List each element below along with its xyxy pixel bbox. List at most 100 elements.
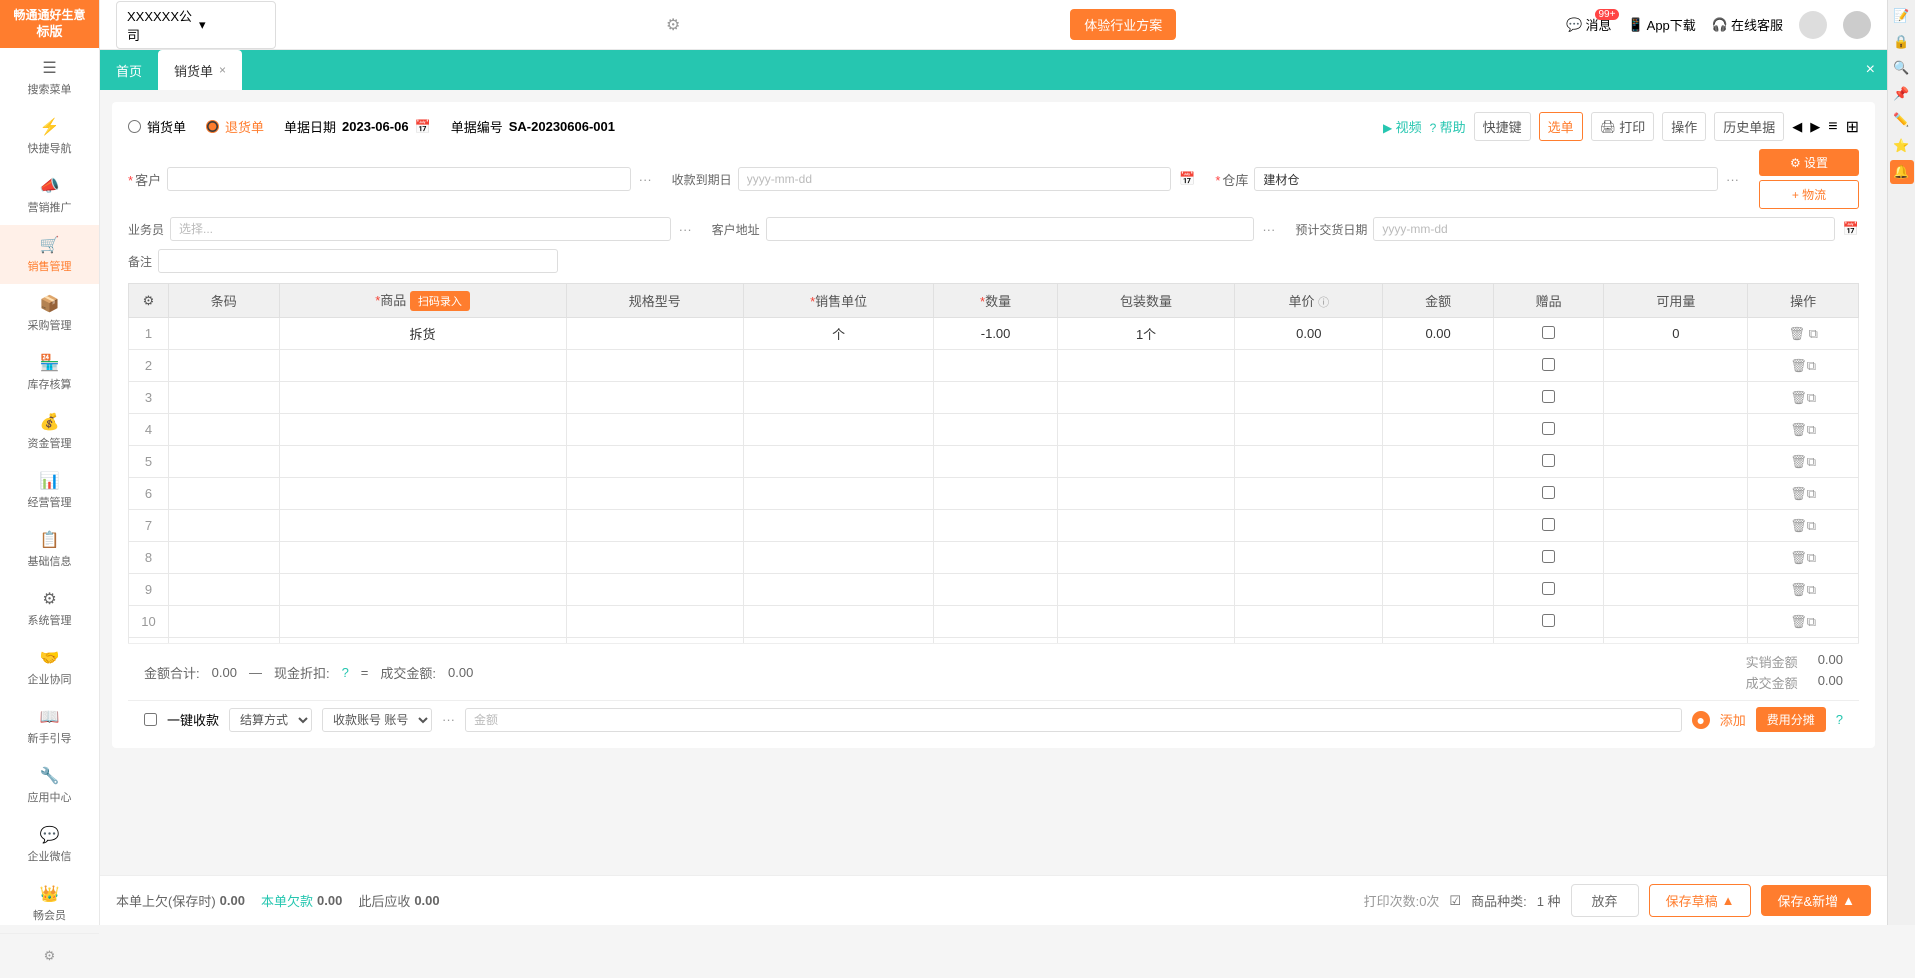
salesperson-input[interactable] bbox=[170, 217, 671, 241]
sidebar-item-sales[interactable]: 🛒 销售管理 bbox=[0, 225, 99, 284]
right-sidebar-icon-3[interactable]: 🔍 bbox=[1890, 56, 1914, 80]
row-1-unit-price[interactable]: 0.00 bbox=[1235, 318, 1383, 350]
select-order-btn[interactable]: 选单 bbox=[1539, 112, 1583, 141]
row-5-copy-icon[interactable]: ⧉ bbox=[1807, 454, 1816, 469]
sidebar-item-enterprise[interactable]: 🤝 企业协同 bbox=[0, 638, 99, 697]
right-sidebar-icon-6[interactable]: ⭐ bbox=[1890, 134, 1914, 158]
right-sidebar-icon-1[interactable]: 📝 bbox=[1890, 4, 1914, 28]
company-selector[interactable]: XXXXXX公司 ▾ bbox=[116, 1, 276, 49]
row-10-copy-icon[interactable]: ⧉ bbox=[1807, 614, 1816, 629]
row-1-amount[interactable]: 0.00 bbox=[1383, 318, 1494, 350]
row-1-gift[interactable] bbox=[1493, 318, 1604, 350]
row-9-gift-checkbox[interactable] bbox=[1542, 582, 1555, 595]
one-click-checkbox[interactable] bbox=[144, 713, 157, 726]
method-select[interactable]: 结算方式 bbox=[229, 708, 312, 732]
address-dots[interactable]: ··· bbox=[1262, 222, 1275, 237]
row-10-gift-checkbox[interactable] bbox=[1542, 614, 1555, 627]
discard-button[interactable]: 放弃 bbox=[1571, 884, 1639, 917]
row-1-barcode[interactable] bbox=[169, 318, 280, 350]
unit-price-info-icon[interactable]: ⓘ bbox=[1318, 297, 1329, 309]
video-btn[interactable]: ▶ 视频 bbox=[1383, 117, 1422, 136]
row-5-gift-checkbox[interactable] bbox=[1542, 454, 1555, 467]
tab-close-icon[interactable]: × bbox=[219, 63, 226, 77]
sidebar-item-marketing[interactable]: 📣 营销推广 bbox=[0, 166, 99, 225]
row-8-delete-icon[interactable]: 🗑 bbox=[1790, 550, 1807, 565]
customer-input[interactable] bbox=[167, 167, 631, 191]
salesperson-dots[interactable]: ··· bbox=[679, 222, 692, 237]
tab-bar-close[interactable]: × bbox=[1866, 61, 1887, 79]
help-btn[interactable]: ? 帮助 bbox=[1430, 117, 1466, 136]
sidebar-item-inventory[interactable]: 🏪 库存核算 bbox=[0, 343, 99, 402]
nav-prev-icon[interactable]: ◀ bbox=[1792, 119, 1802, 135]
row-2-gift-checkbox[interactable] bbox=[1542, 358, 1555, 371]
row-4-copy-icon[interactable]: ⧉ bbox=[1807, 422, 1816, 437]
sidebar-item-operations[interactable]: 📊 经营管理 bbox=[0, 461, 99, 520]
warehouse-input[interactable] bbox=[1254, 167, 1718, 191]
row-7-delete-icon[interactable]: 🗑 bbox=[1790, 518, 1807, 533]
radio-return-input[interactable] bbox=[206, 120, 219, 133]
row-1-quantity[interactable]: -1.00 bbox=[934, 318, 1058, 350]
sidebar-item-wechat[interactable]: 💬 企业微信 bbox=[0, 815, 99, 874]
sidebar-item-apps[interactable]: 🔧 应用中心 bbox=[0, 756, 99, 815]
row-5-delete-icon[interactable]: 🗑 bbox=[1790, 454, 1807, 469]
payment-amount-input[interactable] bbox=[465, 708, 1682, 732]
fee-question-icon[interactable]: ? bbox=[1836, 712, 1843, 727]
row-2-copy-icon[interactable]: ⧉ bbox=[1807, 358, 1816, 373]
sidebar-item-finance[interactable]: 💰 资金管理 bbox=[0, 402, 99, 461]
app-download-group[interactable]: 📱 App下载 bbox=[1627, 15, 1695, 34]
row-1-unit[interactable]: 个 bbox=[743, 318, 933, 350]
row-4-delete-icon[interactable]: 🗑 bbox=[1790, 422, 1807, 437]
row-9-copy-icon[interactable]: ⧉ bbox=[1807, 582, 1816, 597]
right-sidebar-icon-7[interactable]: 🔔 bbox=[1890, 160, 1914, 184]
row-1-spec[interactable] bbox=[566, 318, 743, 350]
tab-sales-order[interactable]: 销货单 × bbox=[158, 50, 242, 90]
row-8-gift-checkbox[interactable] bbox=[1542, 550, 1555, 563]
row-9-delete-icon[interactable]: 🗑 bbox=[1790, 582, 1807, 597]
add-payment-button[interactable]: ● bbox=[1692, 711, 1710, 729]
save-draft-button[interactable]: 保存草稿 ▲ bbox=[1649, 884, 1752, 917]
warehouse-dots[interactable]: ··· bbox=[1726, 172, 1739, 187]
due-date-calendar-icon[interactable]: 📅 bbox=[1179, 171, 1195, 187]
settings-button[interactable]: ⚙ 设置 bbox=[1759, 149, 1859, 176]
right-sidebar-icon-4[interactable]: 📌 bbox=[1890, 82, 1914, 106]
due-date-input[interactable] bbox=[738, 167, 1171, 191]
sidebar-item-search[interactable]: ☰ 搜索菜单 bbox=[0, 48, 99, 107]
tab-home[interactable]: 首页 bbox=[100, 50, 158, 90]
row-10-delete-icon[interactable]: 🗑 bbox=[1790, 614, 1807, 629]
sidebar-item-basics[interactable]: 📋 基础信息 bbox=[0, 520, 99, 579]
expected-date-calendar-icon[interactable]: 📅 bbox=[1843, 221, 1859, 237]
right-sidebar-icon-2[interactable]: 🔒 bbox=[1890, 30, 1914, 54]
expected-date-input[interactable] bbox=[1373, 217, 1834, 241]
col-settings[interactable]: ⚙ bbox=[129, 284, 169, 318]
scan-button[interactable]: 扫码录入 bbox=[410, 291, 470, 311]
row-3-copy-icon[interactable]: ⧉ bbox=[1807, 390, 1816, 405]
sidebar-item-guide[interactable]: 📖 新手引导 bbox=[0, 697, 99, 756]
row-1-gift-checkbox[interactable] bbox=[1542, 326, 1555, 339]
online-service-group[interactable]: 🎧 在线客服 bbox=[1712, 15, 1783, 34]
sidebar-settings[interactable]: ⚙ bbox=[0, 942, 99, 970]
user-avatar-2[interactable] bbox=[1843, 11, 1871, 39]
row-8-copy-icon[interactable]: ⧉ bbox=[1807, 550, 1816, 565]
sidebar-item-purchase[interactable]: 📦 采购管理 bbox=[0, 284, 99, 343]
radio-sale-input[interactable] bbox=[128, 120, 141, 133]
row-7-copy-icon[interactable]: ⧉ bbox=[1807, 518, 1816, 533]
sidebar-item-system[interactable]: ⚙ 系统管理 bbox=[0, 579, 99, 638]
view-list-icon[interactable]: ≡ bbox=[1828, 118, 1837, 136]
radio-sale[interactable]: 销货单 bbox=[128, 117, 186, 136]
notes-input[interactable] bbox=[158, 249, 558, 273]
shortcut-btn[interactable]: 快捷键 bbox=[1474, 112, 1531, 141]
customer-address-input[interactable] bbox=[766, 217, 1255, 241]
amount-dots[interactable]: ··· bbox=[442, 712, 455, 727]
row-2-delete-icon[interactable]: 🗑 bbox=[1790, 358, 1807, 373]
row-7-gift-checkbox[interactable] bbox=[1542, 518, 1555, 531]
customer-dots[interactable]: ··· bbox=[639, 172, 652, 187]
row-3-delete-icon[interactable]: 🗑 bbox=[1790, 390, 1807, 405]
message-icon-group[interactable]: 💬 消息 99+ bbox=[1566, 15, 1611, 34]
discount-info-icon[interactable]: ? bbox=[342, 665, 349, 680]
radio-return[interactable]: 退货单 bbox=[206, 117, 264, 136]
row-6-delete-icon[interactable]: 🗑 bbox=[1790, 486, 1807, 501]
operation-btn[interactable]: 操作 bbox=[1662, 112, 1706, 141]
row-1-product[interactable]: 拆货 bbox=[279, 318, 566, 350]
trial-button[interactable]: 体验行业方案 bbox=[1070, 9, 1176, 40]
calendar-icon[interactable]: 📅 bbox=[415, 119, 431, 135]
